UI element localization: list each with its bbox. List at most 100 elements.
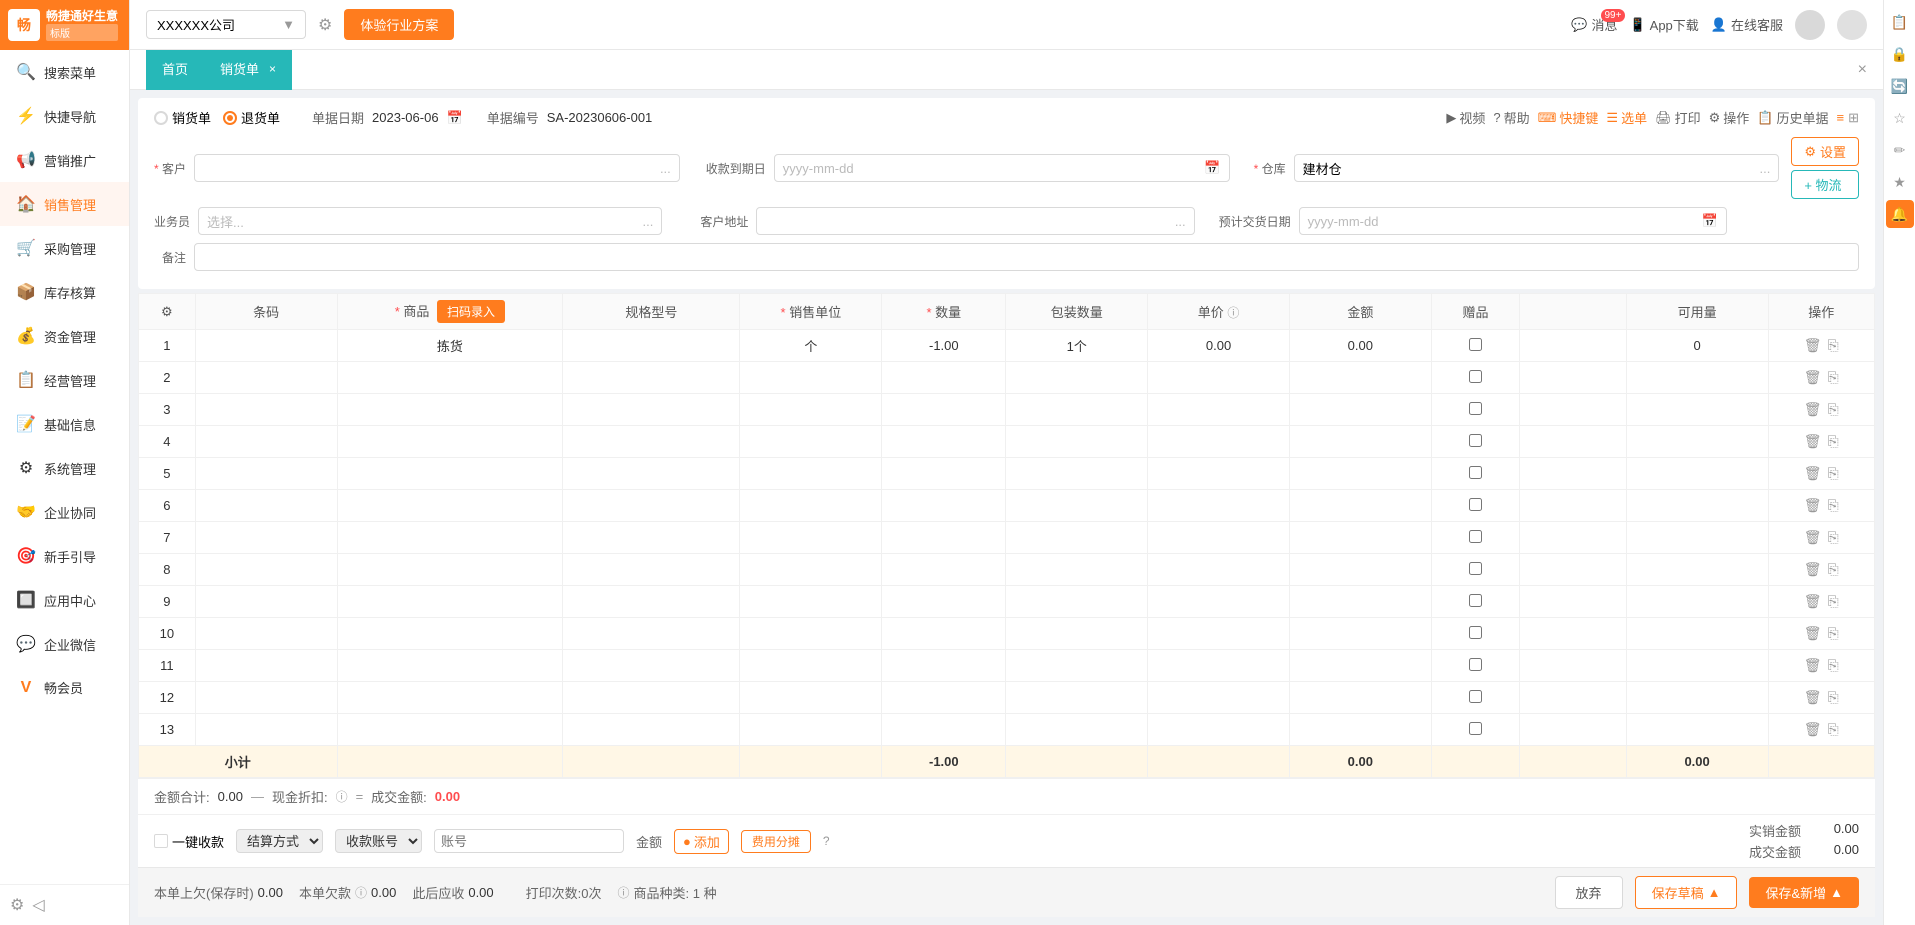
sidebar-item-marketing[interactable]: 📢 营销推广	[0, 138, 129, 182]
sidebar-item-system[interactable]: ⚙ 系统管理	[0, 446, 129, 490]
select-order-action[interactable]: ☰ 选单	[1606, 108, 1647, 127]
tab-close-icon[interactable]: ×	[269, 62, 276, 76]
delete-icon-1[interactable]: 🗑	[1804, 337, 1822, 354]
warehouse-input[interactable]: 建材仓 ...	[1294, 154, 1780, 182]
copy-icon-1[interactable]: ⎘	[1828, 337, 1839, 354]
list-view-icon[interactable]: ≡	[1837, 110, 1845, 126]
delete-icon[interactable]: 🗑	[1804, 561, 1822, 578]
row-pkg-1[interactable]: 1个	[1006, 330, 1148, 362]
price-info-icon[interactable]: ⓘ	[1227, 306, 1239, 320]
right-panel-favorite-icon[interactable]: ★	[1886, 168, 1914, 196]
copy-icon[interactable]: ⎘	[1828, 401, 1839, 418]
delete-icon[interactable]: 🗑	[1804, 433, 1822, 450]
sidebar-item-finance[interactable]: 💰 资金管理	[0, 314, 129, 358]
collapse-icon[interactable]: ◁	[32, 895, 44, 915]
right-panel-refresh-icon[interactable]: 🔄	[1886, 72, 1914, 100]
copy-icon[interactable]: ⎘	[1828, 721, 1839, 738]
th-gear[interactable]: ⚙	[139, 294, 196, 330]
one-click-payment[interactable]: 一键收款	[154, 832, 224, 851]
sidebar-item-wechat[interactable]: 💬 企业微信	[0, 622, 129, 666]
operation-action[interactable]: ⚙ 操作	[1709, 108, 1750, 127]
delete-icon[interactable]: 🗑	[1804, 593, 1822, 610]
scan-button[interactable]: 扫码录入	[437, 300, 505, 323]
help-action[interactable]: ? 帮助	[1493, 108, 1529, 127]
row-spec-1[interactable]	[563, 330, 740, 362]
copy-icon[interactable]: ⎘	[1828, 433, 1839, 450]
customer-addr-input[interactable]: ...	[756, 207, 1194, 235]
notes-input[interactable]	[194, 243, 1859, 271]
right-panel-alert-icon[interactable]: 🔔	[1886, 200, 1914, 228]
shortcut-action[interactable]: ⌨ 快捷键	[1538, 108, 1599, 127]
copy-icon[interactable]: ⎘	[1828, 529, 1839, 546]
sidebar-item-purchase[interactable]: 🛒 采购管理	[0, 226, 129, 270]
expense-button[interactable]: 费用分摊	[741, 830, 811, 853]
sidebar-item-basic-info[interactable]: 📝 基础信息	[0, 402, 129, 446]
copy-icon[interactable]: ⎘	[1828, 625, 1839, 642]
copy-icon[interactable]: ⎘	[1828, 561, 1839, 578]
sidebar-item-enterprise[interactable]: 🤝 企业协同	[0, 490, 129, 534]
sidebar-item-app-center[interactable]: 🔲 应用中心	[0, 578, 129, 622]
expense-help-icon[interactable]: ?	[823, 834, 830, 848]
tab-home[interactable]: 首页	[146, 50, 204, 90]
delete-icon[interactable]: 🗑	[1804, 401, 1822, 418]
delete-icon[interactable]: 🗑	[1804, 465, 1822, 482]
discard-button[interactable]: 放弃	[1555, 876, 1623, 909]
logistics-button[interactable]: + 物流	[1791, 170, 1859, 199]
delete-icon[interactable]: 🗑	[1804, 529, 1822, 546]
row-barcode-1[interactable]	[195, 330, 337, 362]
sidebar-item-guide[interactable]: 🎯 新手引导	[0, 534, 129, 578]
expected-calendar-icon[interactable]: 📅	[1702, 213, 1718, 229]
sidebar-item-inventory[interactable]: 📦 库存核算	[0, 270, 129, 314]
app-download-item[interactable]: 📱 App下载	[1629, 15, 1698, 34]
right-panel-star-icon[interactable]: ☆	[1886, 104, 1914, 132]
radio-sales-order[interactable]: 销货单	[154, 108, 211, 127]
delete-icon[interactable]: 🗑	[1804, 369, 1822, 386]
row-qty-1[interactable]: -1.00	[882, 330, 1006, 362]
setting-button[interactable]: ⚙ 设置	[1791, 137, 1859, 166]
settings-gear-icon[interactable]: ⚙	[10, 895, 24, 915]
due-date-calendar-icon[interactable]: 📅	[1204, 160, 1220, 176]
row-gift-1[interactable]	[1431, 330, 1520, 362]
right-panel-notes-icon[interactable]: 📋	[1886, 8, 1914, 36]
sidebar-item-operations[interactable]: 📋 经营管理	[0, 358, 129, 402]
right-panel-lock-icon[interactable]: 🔒	[1886, 40, 1914, 68]
sidebar-item-sales[interactable]: 🏠 销售管理	[0, 182, 129, 226]
print-action[interactable]: 🖨 打印	[1655, 108, 1701, 127]
delete-icon[interactable]: 🗑	[1804, 497, 1822, 514]
copy-icon[interactable]: ⎘	[1828, 369, 1839, 386]
grid-view-icon[interactable]: ⊞	[1848, 110, 1859, 126]
delete-icon[interactable]: 🗑	[1804, 657, 1822, 674]
account-select[interactable]: 收款账号	[335, 829, 422, 853]
sidebar-item-member[interactable]: V 畅会员	[0, 666, 129, 709]
sidebar-item-search[interactable]: 🔍 搜索菜单	[0, 50, 129, 94]
save-new-button[interactable]: 保存&新增 ▲	[1749, 877, 1859, 908]
debt-info-icon[interactable]: ⓘ	[355, 884, 367, 901]
history-action[interactable]: 📋 历史单据	[1757, 108, 1828, 127]
add-payment-button[interactable]: ● 添加	[674, 829, 729, 854]
delete-icon[interactable]: 🗑	[1804, 721, 1822, 738]
delete-icon[interactable]: 🗑	[1804, 689, 1822, 706]
account-number-input[interactable]	[434, 829, 624, 853]
radio-return-order[interactable]: 退货单	[223, 108, 280, 127]
row-unit-1[interactable]: 个	[740, 330, 882, 362]
save-draft-button[interactable]: 保存草稿 ▲	[1635, 876, 1738, 909]
customer-input[interactable]: ...	[194, 154, 680, 182]
message-item[interactable]: 💬 消息 99+	[1571, 15, 1617, 34]
company-selector[interactable]: XXXXXX公司 ▼	[146, 10, 306, 39]
copy-icon[interactable]: ⎘	[1828, 465, 1839, 482]
product-type-icon[interactable]: ⓘ	[618, 884, 630, 901]
salesman-input[interactable]: 选择... ...	[198, 207, 662, 235]
copy-icon[interactable]: ⎘	[1828, 689, 1839, 706]
copy-icon[interactable]: ⎘	[1828, 497, 1839, 514]
video-action[interactable]: ▶ 视频	[1446, 108, 1485, 127]
one-click-checkbox[interactable]	[154, 834, 168, 848]
calc-method-select[interactable]: 结算方式	[236, 829, 323, 853]
sidebar-item-nav[interactable]: ⚡ 快捷导航	[0, 94, 129, 138]
avatar[interactable]	[1795, 10, 1825, 40]
right-panel-edit-icon[interactable]: ✏	[1886, 136, 1914, 164]
table-scroll[interactable]: ⚙ 条码 * 商品 扫码录入 规格型号	[138, 293, 1875, 778]
window-close-icon[interactable]: ×	[1858, 61, 1867, 79]
online-service-item[interactable]: 👤 在线客服	[1711, 15, 1783, 34]
trial-button[interactable]: 体验行业方案	[344, 9, 454, 40]
tab-sales-order[interactable]: 销货单 ×	[204, 50, 292, 90]
